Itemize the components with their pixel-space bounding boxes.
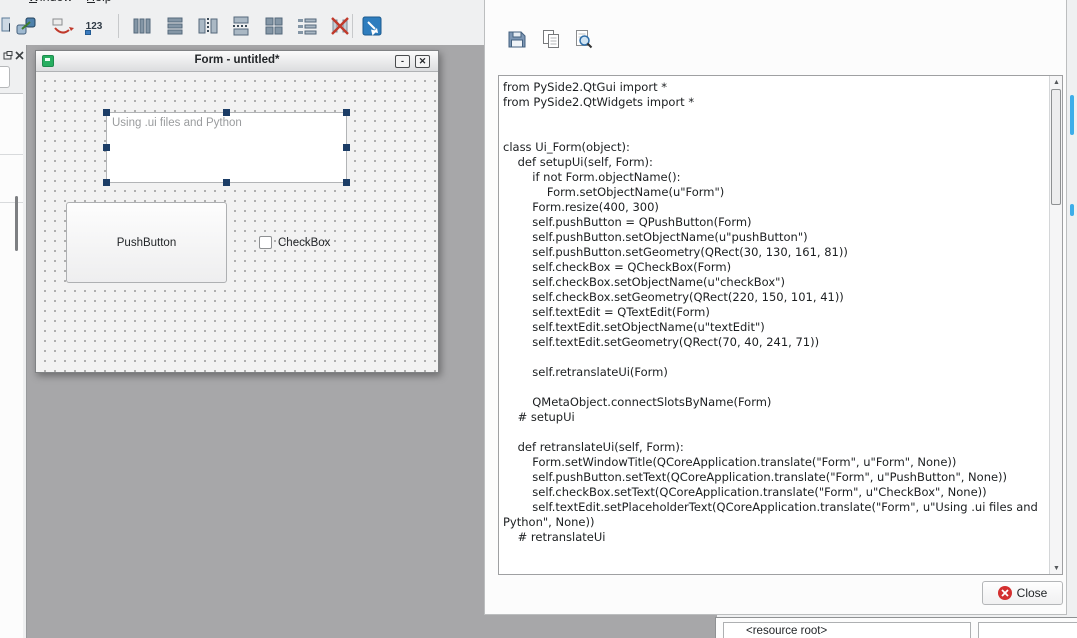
layout-horizontal-splitter-icon[interactable] [196,14,220,38]
selection-handle[interactable] [223,109,230,116]
layout-vertically-icon[interactable] [163,14,187,38]
edit-widgets-glyph [0,14,10,38]
tab-order-mark [85,30,91,35]
save-button[interactable] [505,27,529,51]
edit-buddies-icon[interactable] [50,14,74,38]
scroll-down-icon[interactable]: ▼ [1050,562,1063,574]
adjust-size-icon[interactable] [360,14,384,38]
layout-vertical-splitter-glyph [229,14,253,38]
close-red-icon [998,586,1012,600]
pushbutton-widget[interactable]: PushButton [66,202,227,283]
form-close-button[interactable]: ✕ [415,55,430,68]
selection-handle[interactable] [223,179,230,186]
widget-box-panel-sliver [0,45,27,638]
close-icon [15,51,24,60]
copy-icon [540,28,562,50]
layout-vertically-glyph [163,14,187,38]
list-scrollbar[interactable] [15,196,18,251]
adjust-size-glyph [360,14,384,38]
generated-python-code[interactable]: from PySide2.QtGui import * from PySide2… [499,76,1049,574]
layout-horizontally-icon[interactable] [130,14,154,38]
close-button-label: Close [1017,586,1048,600]
menu-window[interactable]: Window [28,0,72,4]
toolbar-separator [118,14,119,38]
resource-detail-pane[interactable] [978,622,1077,638]
dock-scrollbar-handle[interactable] [1070,95,1074,135]
right-dock-edge [1068,0,1077,638]
break-layout-glyph [328,14,352,38]
menu-help[interactable]: Help [86,0,112,4]
copy-button[interactable] [539,27,563,51]
layout-horizontally-glyph [130,14,154,38]
selection-handle[interactable] [103,109,110,116]
list-divider [0,154,23,155]
layout-form-icon[interactable] [295,14,319,38]
close-dialog-button[interactable]: Close [982,581,1063,605]
form-editor-window: Form - untitled* - ✕ Using .ui files and… [35,50,439,373]
edit-signals-slots-glyph [14,14,38,38]
edit-buddies-glyph [50,14,74,38]
code-scrollbar[interactable]: ▲ ▼ [1049,76,1062,574]
dock-close-button[interactable] [14,50,25,61]
layout-vertical-splitter-icon[interactable] [229,14,253,38]
edit-signals-slots-icon[interactable] [14,14,38,38]
selection-handle[interactable] [103,179,110,186]
selection-handle[interactable] [343,179,350,186]
checkbox-box[interactable] [259,236,272,249]
dock-scrollbar-handle[interactable] [1070,204,1074,216]
checkbox-label: CheckBox [278,237,330,249]
layout-grid-glyph [262,14,286,38]
edit-tab-order-icon[interactable]: 123 [82,14,106,38]
textedit-widget[interactable]: Using .ui files and Python [106,112,347,183]
selection-handle[interactable] [103,144,110,151]
selection-handle[interactable] [343,144,350,151]
checkbox-widget[interactable]: CheckBox [256,222,357,263]
resource-root-item[interactable]: <resource root> [723,622,971,638]
form-window-title: Form - untitled* [36,54,438,66]
form-toolbar: 123 [0,5,484,45]
list-divider [0,202,23,203]
code-view[interactable]: from PySide2.QtGui import * from PySide2… [498,75,1063,575]
selection-handle[interactable] [343,109,350,116]
resource-browser-panel: <resource root> [715,617,1077,638]
textedit-placeholder: Using .ui files and Python [112,117,242,129]
break-layout-icon[interactable] [328,14,352,38]
edit-widgets-icon[interactable] [0,14,10,38]
dock-float-button[interactable] [2,50,13,61]
float-icon [3,51,13,61]
layout-grid-icon[interactable] [262,14,286,38]
toolbar-separator [352,14,353,38]
widget-box-list[interactable] [0,93,23,638]
form-minimize-button[interactable]: - [395,55,410,68]
scrollbar-handle[interactable] [1051,89,1061,205]
widget-filter-input[interactable] [0,66,10,88]
form-window-titlebar[interactable]: Form - untitled* - ✕ [36,51,438,72]
find-icon [572,28,594,50]
form-canvas[interactable]: Using .ui files and Python PushButton Ch… [36,72,438,372]
scroll-up-icon[interactable]: ▲ [1050,76,1063,88]
find-button[interactable] [571,27,595,51]
layout-form-glyph [295,14,319,38]
layout-horizontal-splitter-glyph [196,14,220,38]
save-icon [506,28,528,50]
qt-designer-main-window: Window Help 123 [0,0,1077,638]
code-preview-dialog: from PySide2.QtGui import * from PySide2… [484,0,1067,615]
